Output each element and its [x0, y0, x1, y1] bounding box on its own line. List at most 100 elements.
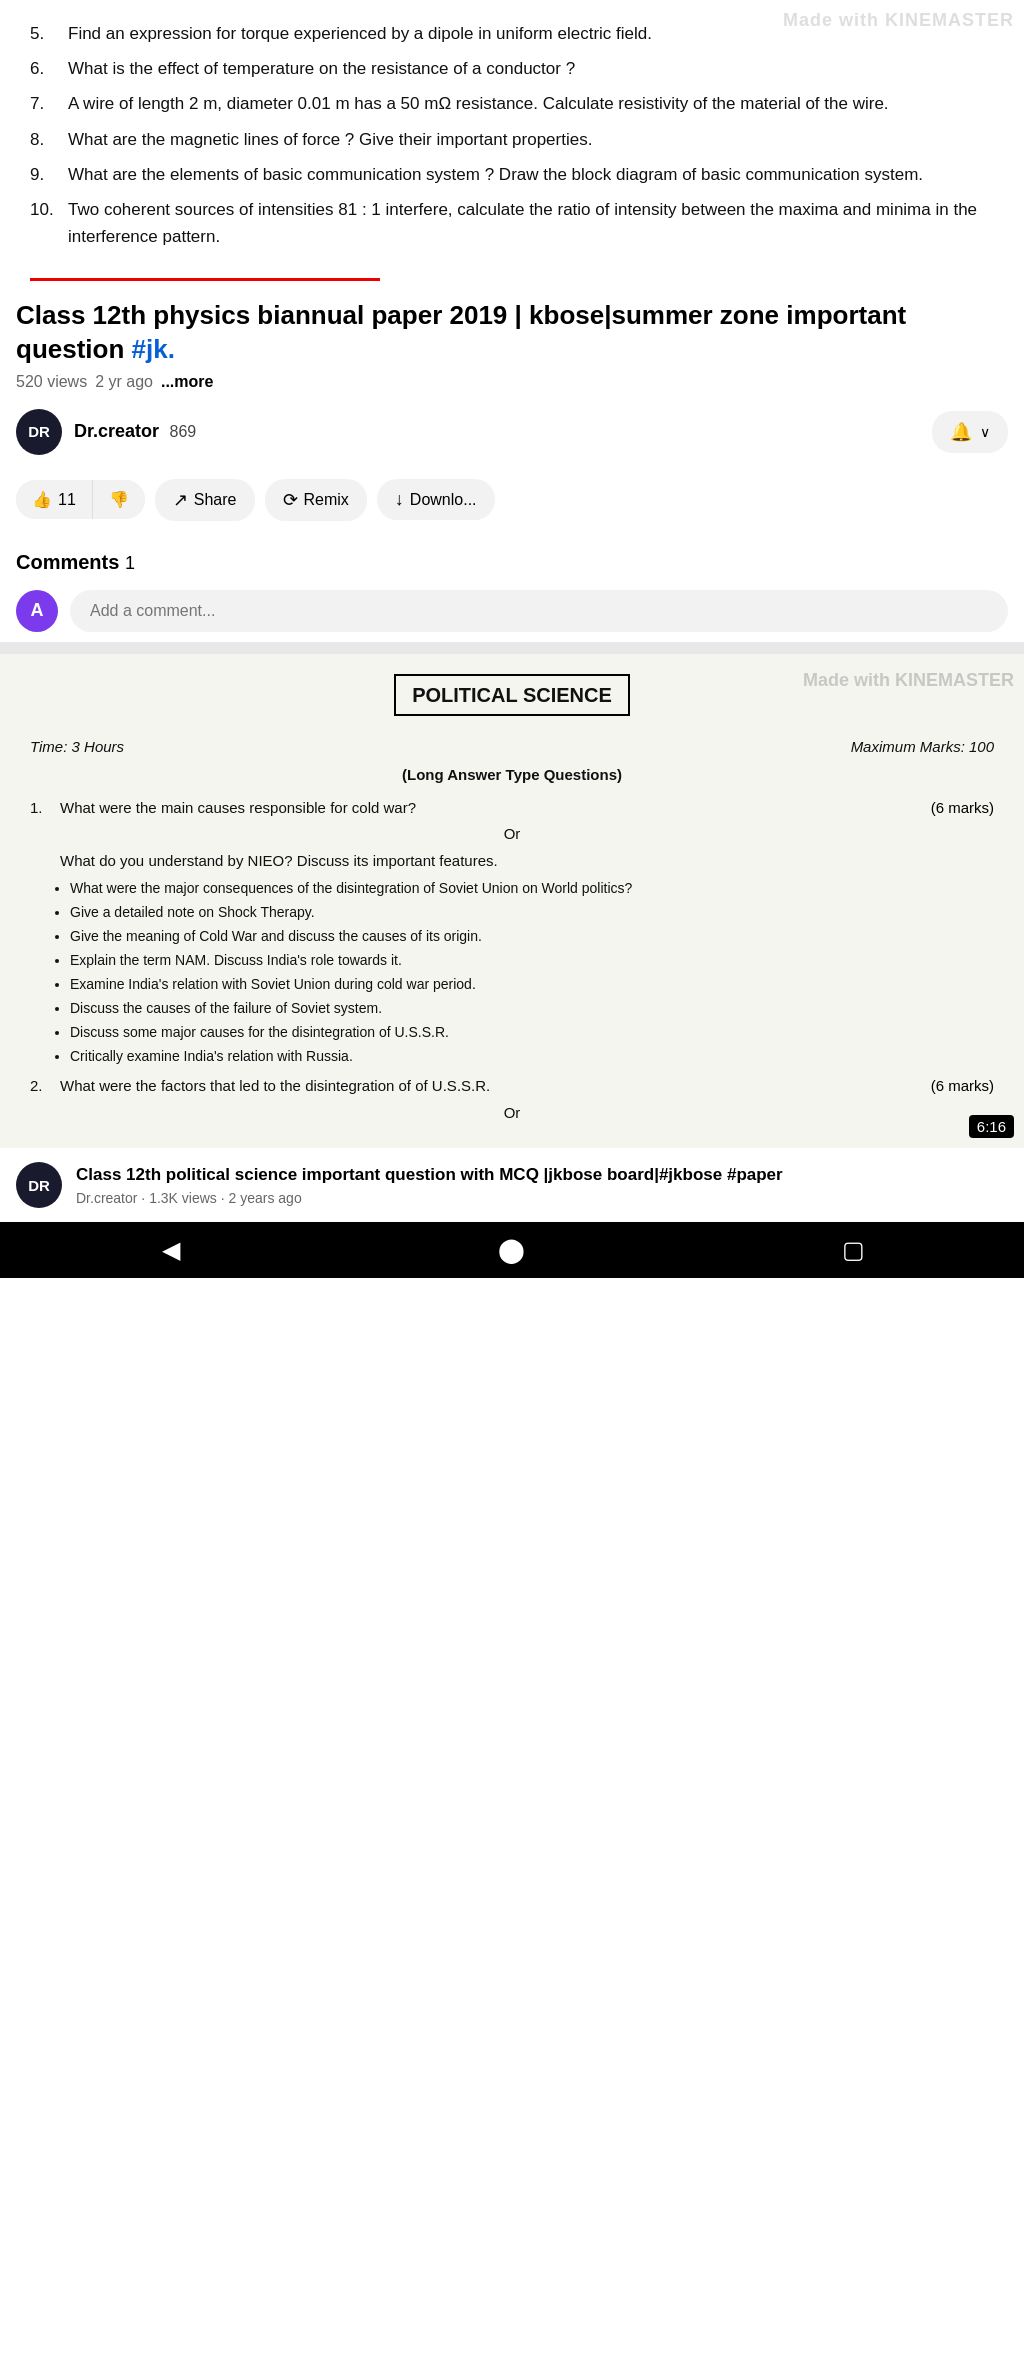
- pol-q1-or: Or: [30, 823, 994, 846]
- list-item: Examine India's relation with Soviet Uni…: [70, 974, 994, 995]
- comment-input[interactable]: [70, 590, 1008, 632]
- download-label: Downlo...: [410, 491, 477, 509]
- thumbs-up-icon: 👍: [32, 490, 52, 509]
- comment-input-row: A: [16, 590, 1008, 632]
- q8-num: 8.: [30, 126, 68, 153]
- pol-bullet-list: What were the major consequences of the …: [70, 878, 994, 1067]
- pol-q2-marks: (6 marks): [914, 1075, 994, 1098]
- list-item: Discuss some major causes for the disint…: [70, 1022, 994, 1043]
- pol-q1-text: What were the main causes responsible fo…: [60, 797, 914, 820]
- list-item: Critically examine India's relation with…: [70, 1046, 994, 1067]
- bottom-video-age: 2 years ago: [229, 1190, 302, 1206]
- video-duration: 6:16: [969, 1115, 1014, 1138]
- home-icon: ⬤: [498, 1236, 525, 1264]
- comments-section: Comments 1 A: [0, 535, 1024, 642]
- subscribe-button[interactable]: 🔔 ∨: [932, 411, 1008, 453]
- q7-num: 7.: [30, 90, 68, 117]
- channel-row: DR Dr.creator 869 🔔 ∨: [0, 395, 1024, 469]
- share-icon: ↗: [173, 489, 188, 511]
- download-icon: ↓: [395, 489, 404, 510]
- channel-info: Dr.creator 869: [74, 421, 196, 442]
- like-dislike-button[interactable]: 👍 11 👎: [16, 480, 145, 519]
- video-meta: 520 views 2 yr ago ...more: [16, 373, 1008, 391]
- list-item: Discuss the causes of the failure of Sov…: [70, 998, 994, 1019]
- bell-icon: 🔔: [950, 421, 972, 443]
- question-10: 10. Two coherent sources of intensities …: [30, 196, 994, 250]
- q8-text: What are the magnetic lines of force ? G…: [68, 126, 994, 153]
- pol-max-marks: Maximum Marks: 100: [851, 736, 994, 759]
- view-count: 520 views: [16, 373, 87, 391]
- chevron-down-icon: ∨: [980, 424, 990, 440]
- pol-q2-num: 2.: [30, 1075, 60, 1098]
- subscriber-count: 869: [170, 423, 197, 440]
- bottom-video-meta: Dr.creator · 1.3K views · 2 years ago: [76, 1190, 1008, 1206]
- question-8: 8. What are the magnetic lines of force …: [30, 126, 994, 153]
- question-9: 9. What are the elements of basic commun…: [30, 161, 994, 188]
- q10-text: Two coherent sources of intensities 81 :…: [68, 196, 994, 250]
- like-button[interactable]: 👍 11: [16, 480, 93, 519]
- thumbnail-image[interactable]: Made with KINEMASTER POLITICAL SCIENCE T…: [0, 654, 1024, 1149]
- comments-count: 1: [125, 553, 135, 573]
- video-title-section: Class 12th physics biannual paper 2019 |…: [0, 281, 1024, 395]
- q7-text: A wire of length 2 m, diameter 0.01 m ha…: [68, 90, 994, 117]
- dislike-button[interactable]: 👎: [93, 480, 145, 519]
- q5-num: 5.: [30, 20, 68, 47]
- list-item: Give the meaning of Cold War and discuss…: [70, 926, 994, 947]
- question-7: 7. A wire of length 2 m, diameter 0.01 m…: [30, 90, 994, 117]
- exam-questions: 5. Find an expression for torque experie…: [30, 20, 994, 250]
- pol-q2-or: Or: [30, 1102, 994, 1125]
- pol-q1-marks: (6 marks): [914, 797, 994, 820]
- question-6: 6. What is the effect of temperature on …: [30, 55, 994, 82]
- pol-subheader: (Long Answer Type Questions): [30, 764, 994, 787]
- bottom-channel-name: Dr.creator: [76, 1190, 137, 1206]
- share-button[interactable]: ↗ Share: [155, 479, 255, 521]
- exam-paper-section: Made with KINEMASTER 5. Find an expressi…: [0, 0, 1024, 268]
- q10-num: 10.: [30, 196, 68, 250]
- download-button[interactable]: ↓ Downlo...: [377, 479, 495, 520]
- bottom-video-info: Class 12th political science important q…: [76, 1164, 1008, 1206]
- more-button[interactable]: ...more: [161, 373, 213, 391]
- pol-q2-row: 2. What were the factors that led to the…: [30, 1075, 994, 1098]
- thumbs-down-icon: 👎: [109, 490, 129, 509]
- pol-header-row: Time: 3 Hours Maximum Marks: 100: [30, 736, 994, 759]
- channel-left: DR Dr.creator 869: [16, 409, 196, 455]
- bottom-video-card[interactable]: DR Class 12th political science importan…: [0, 1148, 1024, 1222]
- bottom-channel-avatar: DR: [16, 1162, 62, 1208]
- q6-num: 6.: [30, 55, 68, 82]
- action-buttons-row: 👍 11 👎 ↗ Share ⟳ Remix ↓ Downlo...: [0, 469, 1024, 535]
- navigation-bar: ◀ ⬤ ▢: [0, 1222, 1024, 1278]
- q6-text: What is the effect of temperature on the…: [68, 55, 994, 82]
- user-avatar: A: [16, 590, 58, 632]
- pol-q1-row: 1. What were the main causes responsible…: [30, 797, 994, 820]
- share-label: Share: [194, 491, 237, 509]
- video-age: 2 yr ago: [95, 373, 153, 391]
- back-icon: ◀: [162, 1236, 180, 1264]
- channel-name[interactable]: Dr.creator: [74, 421, 159, 441]
- bottom-video-title: Class 12th political science important q…: [76, 1164, 1008, 1186]
- channel-avatar[interactable]: DR: [16, 409, 62, 455]
- like-count: 11: [58, 491, 76, 509]
- video-title: Class 12th physics biannual paper 2019 |…: [16, 299, 1008, 367]
- section-divider: [0, 642, 1024, 654]
- pol-time: Time: 3 Hours: [30, 736, 124, 759]
- q9-text: What are the elements of basic communica…: [68, 161, 994, 188]
- remix-label: Remix: [304, 491, 349, 509]
- nav-back-button[interactable]: ◀: [141, 1230, 201, 1270]
- comments-header: Comments 1: [16, 551, 1008, 574]
- nav-home-button[interactable]: ⬤: [482, 1230, 542, 1270]
- remix-button[interactable]: ⟳ Remix: [265, 479, 367, 521]
- square-icon: ▢: [842, 1236, 865, 1264]
- thumbnail-watermark: Made with KINEMASTER: [803, 670, 1014, 691]
- list-item: What were the major consequences of the …: [70, 878, 994, 899]
- remix-icon: ⟳: [283, 489, 298, 511]
- pol-q2-text: What were the factors that led to the di…: [60, 1075, 914, 1098]
- list-item: Give a detailed note on Shock Therapy.: [70, 902, 994, 923]
- q9-num: 9.: [30, 161, 68, 188]
- pol-paper-title: POLITICAL SCIENCE: [394, 674, 630, 716]
- watermark: Made with KINEMASTER: [783, 10, 1014, 31]
- list-item: Explain the term NAM. Discuss India's ro…: [70, 950, 994, 971]
- pol-paper-content: POLITICAL SCIENCE Time: 3 Hours Maximum …: [0, 654, 1024, 1149]
- nav-recents-button[interactable]: ▢: [823, 1230, 883, 1270]
- political-science-thumbnail: Made with KINEMASTER POLITICAL SCIENCE T…: [0, 654, 1024, 1149]
- pol-q1-num: 1.: [30, 797, 60, 820]
